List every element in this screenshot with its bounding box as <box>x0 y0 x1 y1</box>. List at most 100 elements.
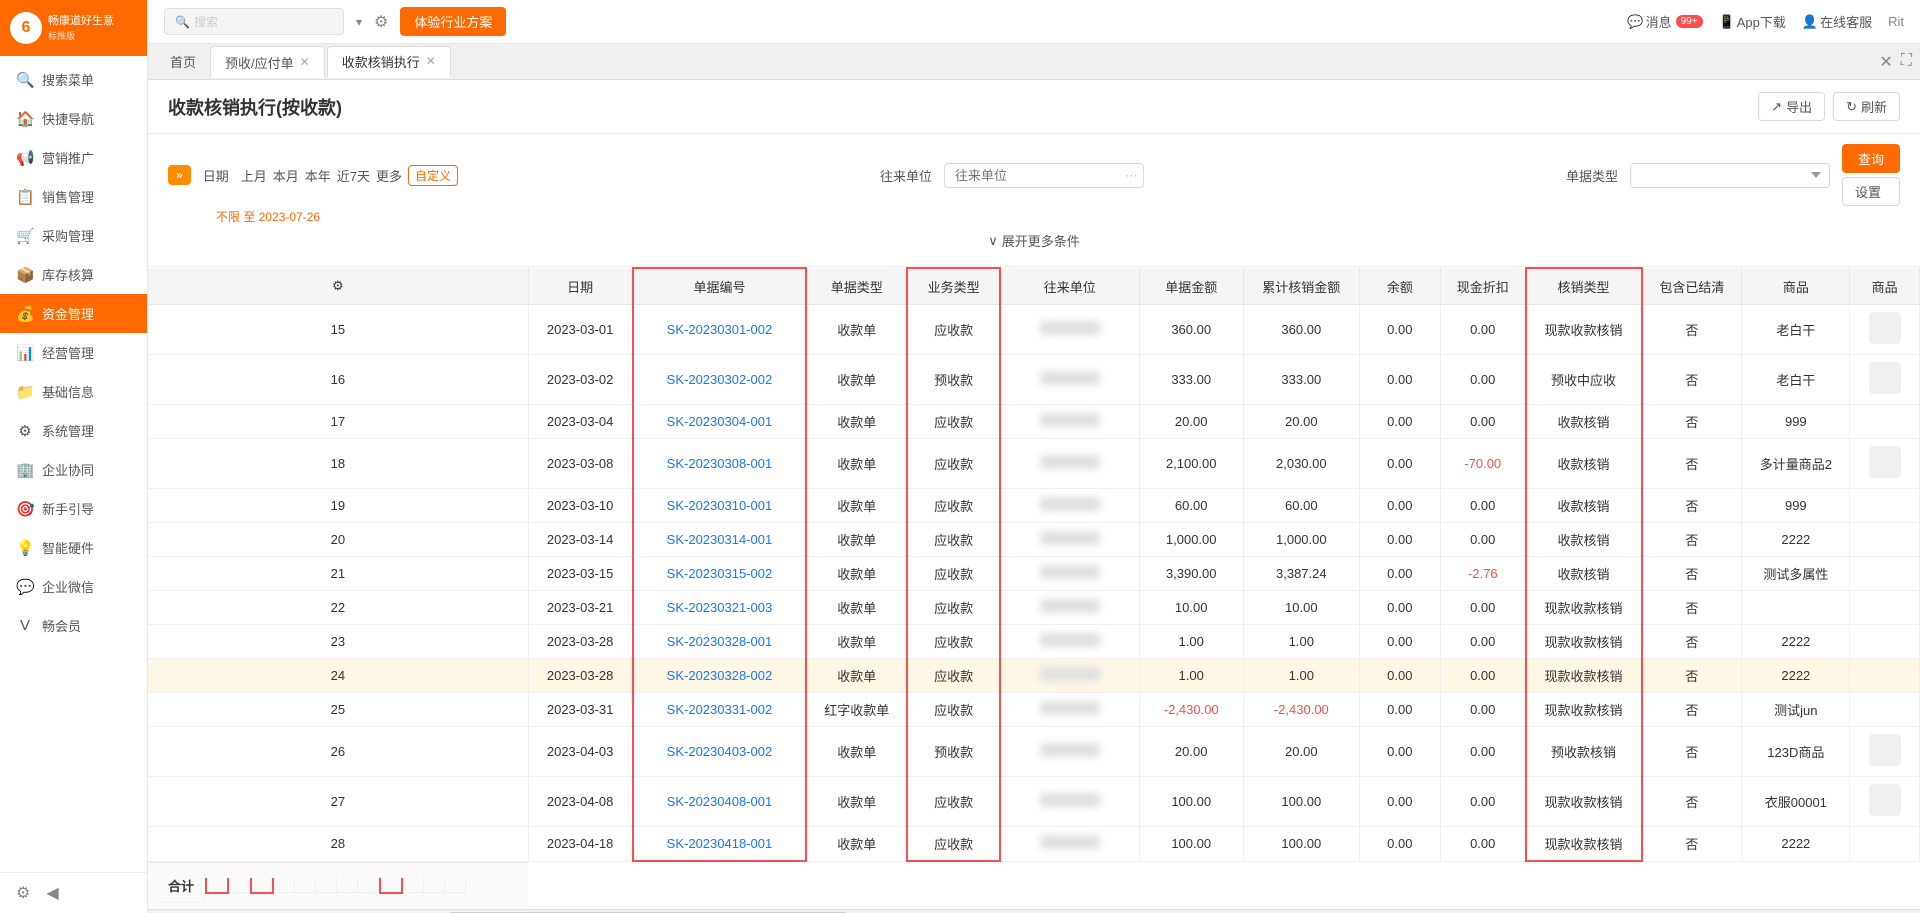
cell-amount: 3,390.00 <box>1139 557 1243 591</box>
sn-link[interactable]: SK-20230408-001 <box>667 794 773 809</box>
refresh-button[interactable]: ↻ 刷新 <box>1833 92 1900 121</box>
tab-close-all-icon[interactable]: ✕ <box>1879 52 1892 72</box>
message-icon: 💬 <box>1627 14 1643 30</box>
filter-date-this-month[interactable]: 本月 <box>273 166 299 185</box>
cell-balance: 0.00 <box>1359 659 1440 693</box>
cell-index: 25 <box>148 693 528 727</box>
sn-link[interactable]: SK-20230302-002 <box>667 372 773 387</box>
sidebar-item-wechat[interactable]: 💬企业微信 <box>0 567 147 606</box>
filter-expand-button[interactable]: » <box>168 165 191 185</box>
settings-button[interactable]: 设置 <box>1842 177 1900 206</box>
cell-settled: 否 <box>1642 591 1742 625</box>
cell-settled: 否 <box>1642 777 1742 827</box>
sidebar-item-sales[interactable]: 📋销售管理 <box>0 177 147 216</box>
app-download-link[interactable]: 📱 App下载 <box>1719 12 1786 31</box>
cell-partner <box>1000 523 1139 557</box>
cell-biz-type: 应收款 <box>907 439 1000 489</box>
collapse-icon[interactable]: ◀ <box>46 883 58 903</box>
solution-button[interactable]: 体验行业方案 <box>400 7 506 36</box>
table-row: 17 2023-03-04 SK-20230304-001 收款单 应收款 20… <box>148 405 1920 439</box>
sn-link[interactable]: SK-20230314-001 <box>667 532 773 547</box>
cell-biz-type: 应收款 <box>907 305 1000 355</box>
sidebar-item-enterprise[interactable]: 🏢企业协同 <box>0 450 147 489</box>
sidebar-item-finance[interactable]: 💰资金管理 <box>0 294 147 333</box>
cell-settled: 否 <box>1642 727 1742 777</box>
th-settings[interactable]: ⚙ <box>148 268 528 305</box>
filter-date-more[interactable]: 更多 <box>376 166 402 185</box>
tab-collection-cancel-close[interactable]: ✕ <box>426 54 436 68</box>
tab-collection-cancel[interactable]: 收款核销执行 ✕ <box>327 46 451 78</box>
cell-balance: 0.00 <box>1359 693 1440 727</box>
tab-expand-icon[interactable]: ⛶ <box>1901 52 1912 72</box>
sn-link[interactable]: SK-20230315-002 <box>667 566 773 581</box>
cell-balance: 0.00 <box>1359 305 1440 355</box>
sidebar-item-system[interactable]: ⚙系统管理 <box>0 411 147 450</box>
filter-date-this-year[interactable]: 本年 <box>305 166 331 185</box>
cell-cancel-type: 收款核销 <box>1526 523 1642 557</box>
footer-amount <box>295 878 316 893</box>
sidebar-item-member[interactable]: V畅会员 <box>0 606 147 645</box>
sn-link[interactable]: SK-20230418-001 <box>667 836 773 851</box>
cell-goods-img <box>1850 489 1920 523</box>
sidebar-item-basic-info[interactable]: 📁基础信息 <box>0 372 147 411</box>
filter-partner-input[interactable] <box>944 163 1144 188</box>
cell-goods-img <box>1850 777 1920 827</box>
cell-bill-type: 收款单 <box>806 489 907 523</box>
cell-bill-type: 收款单 <box>806 727 907 777</box>
cell-cancel-type: 现款收款核销 <box>1526 827 1642 862</box>
cell-partner <box>1000 591 1139 625</box>
sidebar-item-purchase[interactable]: 🛒采购管理 <box>0 216 147 255</box>
message-link[interactable]: 💬 消息 99+ <box>1627 12 1702 31</box>
filter-date-value: 不限 至 2023-07-26 <box>168 208 1900 225</box>
cell-biz-type: 应收款 <box>907 591 1000 625</box>
cell-amount: 20.00 <box>1139 727 1243 777</box>
cell-sn: SK-20230304-001 <box>633 405 807 439</box>
cell-index: 17 <box>148 405 528 439</box>
cell-cancel-type: 收款核销 <box>1526 439 1642 489</box>
sn-link[interactable]: SK-20230301-002 <box>667 322 773 337</box>
filter-date-7days[interactable]: 近7天 <box>337 166 370 185</box>
sn-link[interactable]: SK-20230403-002 <box>667 744 773 759</box>
sn-link[interactable]: SK-20230328-002 <box>667 668 773 683</box>
sidebar-item-hardware[interactable]: 💡智能硬件 <box>0 528 147 567</box>
tab-home[interactable]: 首页 <box>156 46 210 77</box>
online-service-link[interactable]: 👤 在线客服 <box>1802 12 1872 31</box>
cell-cancel-type: 收款核销 <box>1526 557 1642 591</box>
sidebar-item-search-menu[interactable]: 🔍搜索菜单 <box>0 60 147 99</box>
sn-link[interactable]: SK-20230310-001 <box>667 498 773 513</box>
cell-bill-type: 收款单 <box>806 777 907 827</box>
online-service-label: 在线客服 <box>1820 12 1872 31</box>
user-name[interactable]: Rit <box>1888 14 1904 29</box>
tab-payable-close[interactable]: ✕ <box>300 55 310 69</box>
sn-link[interactable]: SK-20230308-001 <box>667 456 773 471</box>
partner-value <box>1040 599 1100 613</box>
sidebar-item-quick-nav[interactable]: 🏠快捷导航 <box>0 99 147 138</box>
tab-payable[interactable]: 预收/应付单 ✕ <box>210 46 325 78</box>
horizontal-scrollbar[interactable] <box>148 909 1920 913</box>
settings-icon[interactable]: ⚙ <box>16 883 30 903</box>
query-button[interactable]: 查询 <box>1842 144 1900 173</box>
topbar-gear-icon[interactable]: ⚙ <box>374 12 388 32</box>
cell-amount: 1.00 <box>1139 625 1243 659</box>
sidebar-item-marketing[interactable]: 📢营销推广 <box>0 138 147 177</box>
filter-date-custom[interactable]: 自定义 <box>408 165 458 186</box>
sn-link[interactable]: SK-20230331-002 <box>667 702 773 717</box>
sn-link[interactable]: SK-20230321-003 <box>667 600 773 615</box>
refresh-label: 刷新 <box>1861 97 1887 116</box>
cell-partner <box>1000 557 1139 591</box>
tab-payable-label: 预收/应付单 <box>225 53 294 72</box>
cell-amount: -2,430.00 <box>1139 693 1243 727</box>
filter-bill-type-select[interactable] <box>1630 163 1830 188</box>
sidebar-item-operations[interactable]: 📊经营管理 <box>0 333 147 372</box>
sn-link[interactable]: SK-20230328-001 <box>667 634 773 649</box>
sidebar-item-inventory[interactable]: 📦库存核算 <box>0 255 147 294</box>
export-button[interactable]: ↗ 导出 <box>1758 92 1825 121</box>
topbar-chevron-icon[interactable]: ▾ <box>356 15 362 29</box>
sidebar-item-guide[interactable]: 🎯新手引导 <box>0 489 147 528</box>
cell-goods-img <box>1850 355 1920 405</box>
sidebar: 6 畅康道好生意 标推版 🔍搜索菜单🏠快捷导航📢营销推广📋销售管理🛒采购管理📦库… <box>0 0 148 913</box>
cell-settled: 否 <box>1642 827 1742 862</box>
sn-link[interactable]: SK-20230304-001 <box>667 414 773 429</box>
filter-expand-more[interactable]: ∨ 展开更多条件 <box>168 225 1900 256</box>
filter-date-last-month[interactable]: 上月 <box>241 166 267 185</box>
